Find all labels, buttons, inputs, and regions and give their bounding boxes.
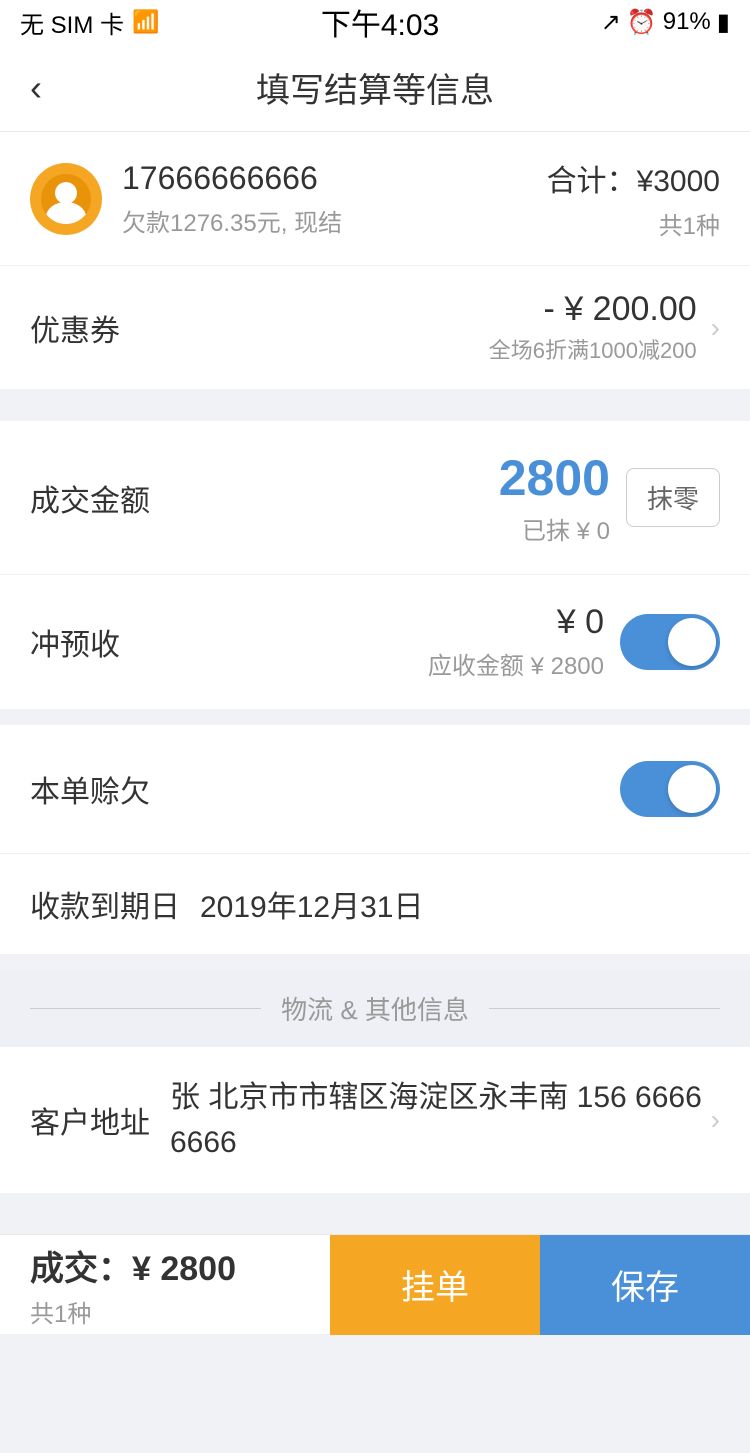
customer-info: 17666666666 欠款1276.35元, 现结 (122, 160, 342, 238)
address-row[interactable]: 客户地址 张 北京市市辖区海淀区永丰南 156 6666 6666 › (0, 1047, 750, 1193)
deal-value-wrap: 2800 已抹 ¥ 0 (499, 449, 610, 546)
deferred-toggle[interactable] (620, 761, 720, 817)
precollect-toggle[interactable] (620, 614, 720, 670)
bottom-count: 共1种 (30, 1294, 300, 1329)
deal-value: 2800 (499, 449, 610, 507)
battery-icon: ▮ (717, 8, 730, 37)
coupon-info: - ¥ 200.00 全场6折满1000减200 (489, 290, 697, 365)
deal-sub: 已抹 ¥ 0 (499, 511, 610, 546)
avatar (30, 163, 102, 235)
nav-bar: ‹ 填写结算等信息 (0, 44, 750, 132)
location-icon: ↗ (601, 8, 621, 37)
logistics-label: 物流 & 其他信息 (261, 990, 489, 1027)
section-divider-3 (0, 954, 750, 970)
address-label: 客户地址 (30, 1098, 150, 1142)
battery-level: 91% (663, 8, 711, 36)
status-right: ↗ ⏰ 91% ▮ (601, 8, 730, 37)
duedate-value: 2019年12月31日 (200, 882, 423, 926)
round-button[interactable]: 抹零 (626, 468, 720, 527)
chevron-right-icon: › (711, 312, 720, 344)
deal-right: 2800 已抹 ¥ 0 抹零 (499, 449, 720, 546)
sim-status: 无 SIM 卡 (20, 5, 124, 40)
bottom-deal-amount: 成交：¥ 2800 (30, 1241, 300, 1290)
coupon-desc: 全场6折满1000减200 (489, 333, 697, 365)
deferred-row: 本单赊欠 (0, 725, 750, 853)
section-divider-1 (0, 405, 750, 421)
precollect-right: ¥ 0 应收金额 ¥ 2800 (428, 603, 720, 681)
precollect-value-wrap: ¥ 0 应收金额 ¥ 2800 (428, 603, 604, 681)
address-chevron-icon: › (711, 1104, 720, 1136)
deal-amount-row: 成交金额 2800 已抹 ¥ 0 抹零 (30, 421, 720, 574)
status-bar: 无 SIM 卡 📶 下午4:03 ↗ ⏰ 91% ▮ (0, 0, 750, 44)
coupon-right: - ¥ 200.00 全场6折满1000减200 › (489, 290, 720, 365)
amount-section: 成交金额 2800 已抹 ¥ 0 抹零 (0, 421, 750, 574)
customer-debt: 欠款1276.35元, 现结 (122, 203, 342, 238)
deferred-label: 本单赊欠 (30, 767, 150, 811)
total-amount: 合计：¥3000 (547, 156, 720, 200)
precollect-sub: 应收金额 ¥ 2800 (428, 646, 604, 681)
coupon-row[interactable]: 优惠券 - ¥ 200.00 全场6折满1000减200 › (0, 265, 750, 389)
status-left: 无 SIM 卡 📶 (20, 5, 159, 40)
customer-left: 17666666666 欠款1276.35元, 现结 (30, 160, 342, 238)
total-value: ¥3000 (637, 165, 720, 198)
customer-phone: 17666666666 (122, 160, 342, 197)
bottom-bar: 成交：¥ 2800 共1种 挂单 保存 (0, 1234, 750, 1334)
alarm-icon: ⏰ (627, 8, 657, 37)
wifi-icon: 📶 (132, 9, 159, 35)
avatar-icon (41, 174, 91, 224)
customer-row: 17666666666 欠款1276.35元, 现结 合计：¥3000 共1种 (0, 132, 750, 265)
total-label: 合计： (547, 165, 637, 198)
deal-label: 成交金额 (30, 476, 150, 520)
total-count: 共1种 (547, 206, 720, 241)
duedate-label: 收款到期日 (30, 882, 180, 926)
bottom-spacer (0, 1353, 750, 1453)
address-value: 张 北京市市辖区海淀区永丰南 156 6666 6666 (170, 1075, 707, 1165)
duedate-row: 收款到期日 2019年12月31日 (0, 853, 750, 954)
coupon-amount: - ¥ 200.00 (489, 290, 697, 329)
status-time: 下午4:03 (321, 0, 439, 44)
sep-line-right (489, 1008, 720, 1009)
back-button[interactable]: ‹ (30, 67, 42, 109)
precollect-row: 冲预收 ¥ 0 应收金额 ¥ 2800 (0, 574, 750, 709)
coupon-label: 优惠券 (30, 306, 120, 350)
sep-line-left (30, 1008, 261, 1009)
bottom-deal-label: 成交： (30, 1250, 132, 1288)
section-divider-2 (0, 709, 750, 725)
precollect-amount: ¥ 0 (428, 603, 604, 642)
logistics-sep: 物流 & 其他信息 (0, 970, 750, 1047)
page-title: 填写结算等信息 (256, 63, 494, 112)
bottom-deal-value: ¥ 2800 (132, 1250, 236, 1288)
precollect-label: 冲预收 (30, 620, 120, 664)
customer-total: 合计：¥3000 共1种 (547, 156, 720, 241)
customer-card: 17666666666 欠款1276.35元, 现结 合计：¥3000 共1种 … (0, 132, 750, 389)
hold-button[interactable]: 挂单 (330, 1235, 540, 1335)
bottom-info: 成交：¥ 2800 共1种 (0, 1241, 330, 1329)
save-button[interactable]: 保存 (540, 1235, 750, 1335)
